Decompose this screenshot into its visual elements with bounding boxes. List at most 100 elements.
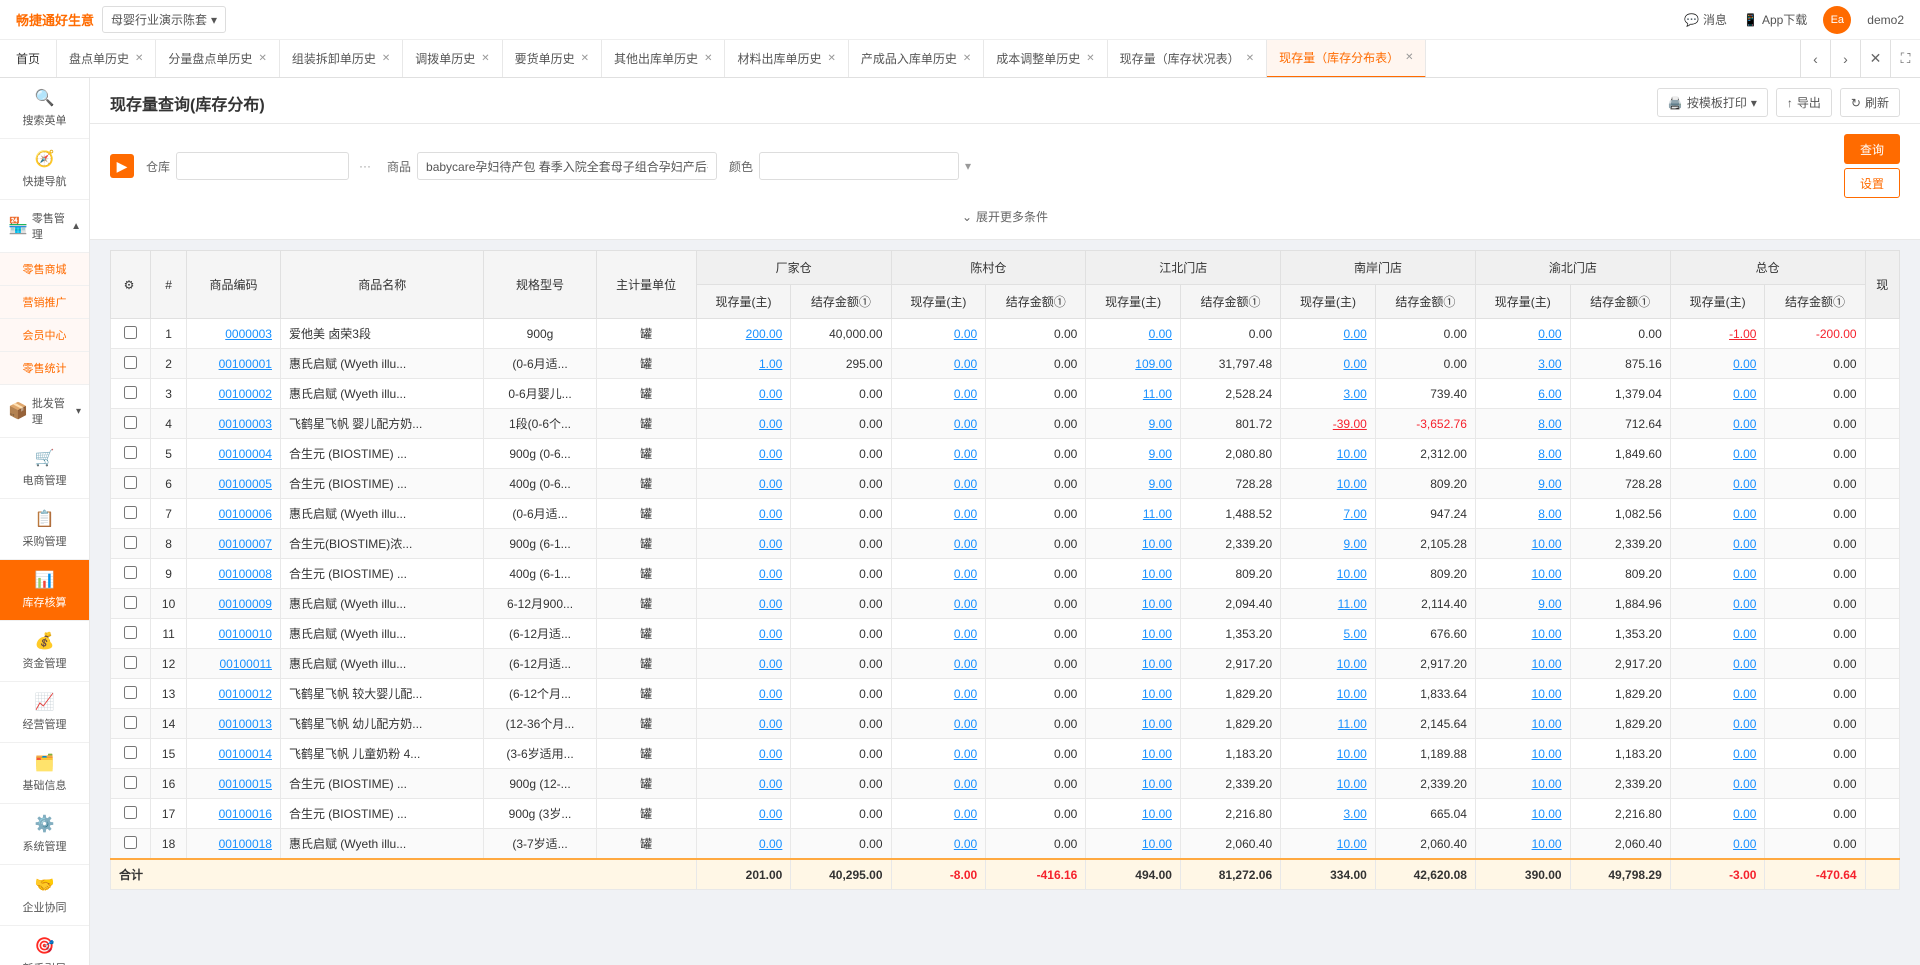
row-chencun-cur[interactable]: 0.00 [891, 439, 986, 469]
row-changjia-cur[interactable]: 0.00 [696, 379, 791, 409]
row-yubei-cur[interactable]: 8.00 [1475, 499, 1570, 529]
row-jiangbei-cur[interactable]: 10.00 [1086, 619, 1181, 649]
row-total-cur[interactable]: 0.00 [1670, 769, 1765, 799]
row-checkbox[interactable] [111, 769, 151, 799]
row-code[interactable]: 00100005 [187, 469, 281, 499]
row-jiangbei-cur[interactable]: 10.00 [1086, 739, 1181, 769]
row-yubei-cur[interactable]: 10.00 [1475, 529, 1570, 559]
row-nanan-cur[interactable]: 9.00 [1281, 529, 1376, 559]
row-chencun-cur[interactable]: 0.00 [891, 499, 986, 529]
warehouse-input[interactable] [176, 152, 349, 180]
row-jiangbei-cur[interactable]: 10.00 [1086, 679, 1181, 709]
row-code[interactable]: 00100015 [187, 769, 281, 799]
row-checkbox[interactable] [111, 409, 151, 439]
row-total-cur[interactable]: 0.00 [1670, 559, 1765, 589]
row-total-cur[interactable]: 0.00 [1670, 529, 1765, 559]
avatar[interactable]: Ea [1823, 6, 1851, 34]
sidebar-item-enterprise[interactable]: 🤝 企业协同 [0, 865, 89, 926]
color-input[interactable] [759, 152, 959, 180]
row-code[interactable]: 0000003 [187, 319, 281, 349]
row-checkbox[interactable] [111, 529, 151, 559]
row-jiangbei-cur[interactable]: 9.00 [1086, 439, 1181, 469]
expand-more-button[interactable]: ⌄ 展开更多条件 [954, 204, 1056, 229]
goods-input[interactable] [417, 152, 717, 180]
tab-branchstock-close[interactable]: ✕ [258, 53, 266, 64]
row-jiangbei-cur[interactable]: 109.00 [1086, 349, 1181, 379]
row-code[interactable]: 00100010 [187, 619, 281, 649]
filter-toggle-button[interactable]: ▶ [110, 154, 134, 178]
row-total-cur[interactable]: 0.00 [1670, 439, 1765, 469]
row-changjia-cur[interactable]: 0.00 [696, 679, 791, 709]
row-chencun-cur[interactable]: 0.00 [891, 319, 986, 349]
row-checkbox[interactable] [111, 379, 151, 409]
row-chencun-cur[interactable]: 0.00 [891, 739, 986, 769]
query-button[interactable]: 查询 [1844, 134, 1900, 164]
row-code[interactable]: 00100003 [187, 409, 281, 439]
row-chencun-cur[interactable]: 0.00 [891, 379, 986, 409]
row-checkbox[interactable] [111, 559, 151, 589]
tab-productin-close[interactable]: ✕ [963, 53, 971, 64]
industry-selector[interactable]: 母婴行业演示陈套 ▾ [102, 6, 226, 33]
row-total-cur[interactable]: 0.00 [1670, 649, 1765, 679]
sidebar-item-basic[interactable]: 🗂️ 基础信息 [0, 743, 89, 804]
row-chencun-cur[interactable]: 0.00 [891, 679, 986, 709]
row-chencun-cur[interactable]: 0.00 [891, 349, 986, 379]
row-yubei-cur[interactable]: 10.00 [1475, 559, 1570, 589]
tab-currentstock-close[interactable]: ✕ [1246, 53, 1254, 64]
row-nanan-cur[interactable]: 10.00 [1281, 679, 1376, 709]
row-jiangbei-cur[interactable]: 10.00 [1086, 709, 1181, 739]
row-yubei-cur[interactable]: 10.00 [1475, 709, 1570, 739]
sidebar-item-system[interactable]: ⚙️ 系统管理 [0, 804, 89, 865]
row-code[interactable]: 00100006 [187, 499, 281, 529]
row-total-cur[interactable]: 0.00 [1670, 589, 1765, 619]
row-changjia-cur[interactable]: 0.00 [696, 739, 791, 769]
sidebar-item-ecommerce[interactable]: 🛒 电商管理 [0, 438, 89, 499]
row-checkbox[interactable] [111, 469, 151, 499]
row-chencun-cur[interactable]: 0.00 [891, 649, 986, 679]
row-nanan-cur[interactable]: 10.00 [1281, 739, 1376, 769]
row-nanan-cur[interactable]: 7.00 [1281, 499, 1376, 529]
refresh-button[interactable]: ↻ 刷新 [1840, 88, 1900, 117]
row-yubei-cur[interactable]: 10.00 [1475, 739, 1570, 769]
row-changjia-cur[interactable]: 0.00 [696, 409, 791, 439]
row-chencun-cur[interactable]: 0.00 [891, 559, 986, 589]
row-total-cur[interactable]: 0.00 [1670, 799, 1765, 829]
row-changjia-cur[interactable]: 0.00 [696, 769, 791, 799]
row-total-cur[interactable]: 0.00 [1670, 829, 1765, 860]
tab-purchaseorder[interactable]: 要货单历史 ✕ [503, 40, 602, 78]
sidebar-item-marketing[interactable]: 营销推广 [0, 286, 89, 319]
th-settings[interactable]: ⚙ [111, 251, 151, 319]
row-total-cur[interactable]: 0.00 [1670, 709, 1765, 739]
row-chencun-cur[interactable]: 0.00 [891, 469, 986, 499]
app-download-button[interactable]: 📱 App下载 [1743, 11, 1807, 28]
row-yubei-cur[interactable]: 8.00 [1475, 439, 1570, 469]
row-yubei-cur[interactable]: 10.00 [1475, 829, 1570, 860]
row-chencun-cur[interactable]: 0.00 [891, 829, 986, 860]
sidebar-item-operation[interactable]: 📈 经营管理 [0, 682, 89, 743]
row-checkbox[interactable] [111, 319, 151, 349]
settings-icon[interactable]: ⚙ [117, 273, 141, 297]
row-changjia-cur[interactable]: 1.00 [696, 349, 791, 379]
row-jiangbei-cur[interactable]: 11.00 [1086, 499, 1181, 529]
row-code[interactable]: 00100009 [187, 589, 281, 619]
row-total-cur[interactable]: 0.00 [1670, 679, 1765, 709]
tab-otherout-close[interactable]: ✕ [704, 53, 712, 64]
row-code[interactable]: 00100012 [187, 679, 281, 709]
row-code[interactable]: 00100002 [187, 379, 281, 409]
row-code[interactable]: 00100001 [187, 349, 281, 379]
row-yubei-cur[interactable]: 10.00 [1475, 679, 1570, 709]
row-nanan-cur[interactable]: 10.00 [1281, 559, 1376, 589]
row-nanan-cur[interactable]: 11.00 [1281, 589, 1376, 619]
row-checkbox[interactable] [111, 349, 151, 379]
row-checkbox[interactable] [111, 499, 151, 529]
row-chencun-cur[interactable]: 0.00 [891, 529, 986, 559]
row-changjia-cur[interactable]: 0.00 [696, 529, 791, 559]
tab-branchstock[interactable]: 分量盘点单历史 ✕ [156, 40, 279, 78]
row-total-cur[interactable]: -1.00 [1670, 319, 1765, 349]
row-jiangbei-cur[interactable]: 10.00 [1086, 829, 1181, 860]
tab-stockdist[interactable]: 现存量（库存分布表） ✕ [1267, 40, 1426, 78]
setting-button[interactable]: 设置 [1844, 168, 1900, 198]
row-nanan-cur[interactable]: 11.00 [1281, 709, 1376, 739]
row-code[interactable]: 00100008 [187, 559, 281, 589]
row-jiangbei-cur[interactable]: 10.00 [1086, 589, 1181, 619]
